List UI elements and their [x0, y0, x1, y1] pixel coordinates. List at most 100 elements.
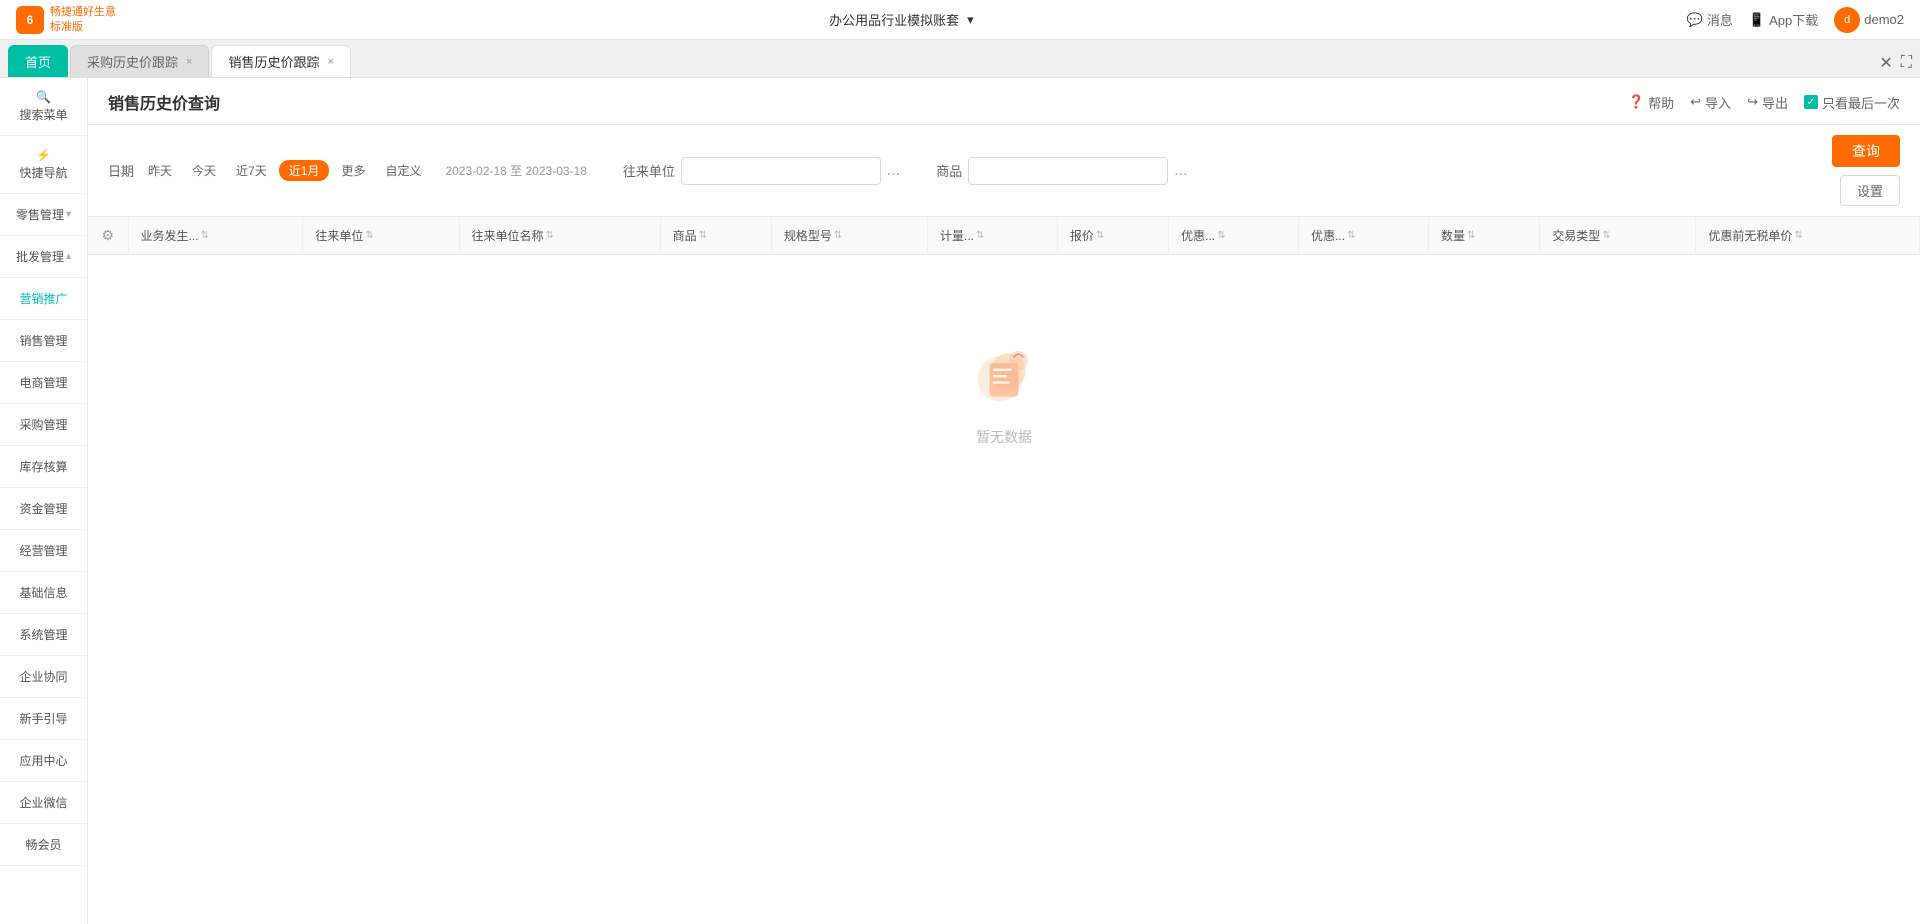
sidebar-item-operations[interactable]: 经营管理 [0, 530, 87, 572]
empty-illustration [964, 335, 1044, 415]
product-dots-btn[interactable]: ... [1174, 162, 1187, 180]
logo-area: 6 畅捷通好生意 标准版 [16, 5, 116, 34]
workspace-selector[interactable]: 办公用品行业模拟账套 ▾ [829, 10, 974, 29]
tab-purchase-label: 采购历史价跟踪 [87, 52, 178, 71]
chevron-down-icon: ▾ [66, 209, 71, 220]
th-gear[interactable]: ⚙ [88, 217, 128, 255]
date-buttons: 昨天 今天 近7天 近1月 更多 自定义 [140, 160, 429, 181]
date-filter-label: 日期 [108, 161, 134, 180]
th-quote[interactable]: 报价 ⇅ [1057, 217, 1168, 255]
download-icon: 📱 [1749, 12, 1765, 28]
sort-icon: ⇅ [1602, 230, 1610, 241]
table-header: ⚙ 业务发生... ⇅ 往来单位 ⇅ [88, 217, 1920, 255]
tab-purchase[interactable]: 采购历史价跟踪 × [70, 45, 209, 77]
main-layout: 🔍 搜索菜单 ⚡ 快捷导航 零售管理 ▾ 批发管理 ▴ 营销推广 销售管理 电商… [0, 78, 1920, 924]
product-input[interactable] [968, 157, 1168, 185]
tab-purchase-close[interactable]: × [186, 56, 192, 68]
partner-input[interactable] [681, 157, 881, 185]
query-button[interactable]: 查询 [1832, 135, 1900, 167]
tab-sales[interactable]: 销售历史价跟踪 × [211, 45, 350, 77]
sort-icon: ⇅ [1096, 230, 1104, 241]
tab-sales-close[interactable]: × [327, 56, 333, 68]
sidebar-item-member[interactable]: 畅会员 [0, 824, 87, 866]
date-btn-1month[interactable]: 近1月 [279, 160, 330, 181]
filter-right-actions: 查询 设置 [1832, 135, 1900, 206]
tab-home[interactable]: 首页 [8, 45, 68, 77]
sidebar-item-finance[interactable]: 资金管理 [0, 488, 87, 530]
user-profile[interactable]: d demo2 [1834, 7, 1904, 33]
th-tax-price[interactable]: 优惠前无税单价 ⇅ [1696, 217, 1920, 255]
filter-row: 日期 昨天 今天 近7天 近1月 更多 自定义 2023-02-18 至 202… [108, 135, 1900, 206]
export-icon: ↪ [1747, 94, 1758, 110]
sort-icon: ⇅ [1347, 230, 1355, 241]
date-btn-custom[interactable]: 自定义 [377, 160, 429, 181]
th-partner-code[interactable]: 往来单位 ⇅ [303, 217, 459, 255]
logo-text: 畅捷通好生意 标准版 [50, 5, 116, 34]
sidebar-item-wechat[interactable]: 企业微信 [0, 782, 87, 824]
sidebar-item-basic-info[interactable]: 基础信息 [0, 572, 87, 614]
th-trade-type[interactable]: 交易类型 ⇅ [1540, 217, 1696, 255]
date-btn-yesterday[interactable]: 昨天 [140, 160, 180, 181]
tab-home-label: 首页 [25, 52, 51, 71]
product-filter-label: 商品 [936, 161, 962, 180]
sidebar-item-purchase[interactable]: 采购管理 [0, 404, 87, 446]
sort-icon: ⇅ [976, 230, 984, 241]
setting-button[interactable]: 设置 [1840, 175, 1900, 206]
maximize-btn[interactable]: ⛶ [1901, 54, 1912, 72]
sort-icon: ⇅ [699, 230, 707, 241]
partner-filter-label: 往来单位 [623, 161, 675, 180]
sidebar-item-quick-nav[interactable]: ⚡ 快捷导航 [0, 136, 87, 194]
import-icon: ↩ [1690, 94, 1701, 110]
th-spec[interactable]: 规格型号 ⇅ [771, 217, 927, 255]
date-btn-today[interactable]: 今天 [184, 160, 224, 181]
top-bar-right: 💬 消息 📱 App下载 d demo2 [1687, 7, 1904, 33]
chevron-up-icon: ▴ [66, 251, 71, 262]
sidebar-item-marketing[interactable]: 营销推广 [0, 278, 87, 320]
gear-icon: ⚙ [101, 227, 114, 243]
sidebar-item-inventory[interactable]: 库存核算 [0, 446, 87, 488]
th-partner-name[interactable]: 往来单位名称 ⇅ [459, 217, 660, 255]
th-unit[interactable]: 计量... ⇅ [927, 217, 1057, 255]
page-header-actions: ❓ 帮助 ↩ 导入 ↪ 导出 ✓ 只看最后一次 [1628, 93, 1900, 112]
sort-icon: ⇅ [834, 230, 842, 241]
date-btn-7days[interactable]: 近7天 [228, 160, 275, 181]
th-product[interactable]: 商品 ⇅ [660, 217, 771, 255]
download-btn[interactable]: 📱 App下载 [1749, 10, 1818, 29]
table-area: ⚙ 业务发生... ⇅ 往来单位 ⇅ [88, 217, 1920, 924]
import-btn[interactable]: ↩ 导入 [1690, 93, 1731, 112]
checkbox-checked-icon: ✓ [1804, 95, 1818, 109]
th-biz-date[interactable]: 业务发生... ⇅ [128, 217, 303, 255]
sidebar-item-retail[interactable]: 零售管理 ▾ [0, 194, 87, 236]
tab-bar: 首页 采购历史价跟踪 × 销售历史价跟踪 × ✕ ⛶ [0, 40, 1920, 78]
th-discount2[interactable]: 优惠... ⇅ [1299, 217, 1429, 255]
sidebar-item-system[interactable]: 系统管理 [0, 614, 87, 656]
sidebar-item-enterprise[interactable]: 企业协同 [0, 656, 87, 698]
close-tab-btn[interactable]: ✕ [1879, 53, 1892, 73]
sidebar-item-search[interactable]: 🔍 搜索菜单 [0, 78, 87, 136]
top-bar: 6 畅捷通好生意 标准版 办公用品行业模拟账套 ▾ 💬 消息 📱 App下载 d… [0, 0, 1920, 40]
sort-icon: ⇅ [201, 230, 209, 241]
message-btn[interactable]: 💬 消息 [1687, 10, 1733, 29]
help-icon: ❓ [1628, 94, 1644, 110]
sidebar-item-guide[interactable]: 新手引导 [0, 698, 87, 740]
page-header: 销售历史价查询 ❓ 帮助 ↩ 导入 ↪ 导出 ✓ 只看最后一次 [88, 78, 1920, 125]
th-discount1[interactable]: 优惠... ⇅ [1169, 217, 1299, 255]
partner-filter-group: 往来单位 ... [623, 157, 900, 185]
data-table: ⚙ 业务发生... ⇅ 往来单位 ⇅ [88, 217, 1920, 255]
sidebar-item-app-center[interactable]: 应用中心 [0, 740, 87, 782]
message-icon: 💬 [1687, 12, 1703, 28]
sidebar-item-sales-mgmt[interactable]: 销售管理 [0, 320, 87, 362]
top-bar-left: 6 畅捷通好生意 标准版 [16, 5, 116, 34]
export-btn[interactable]: ↪ 导出 [1747, 93, 1788, 112]
date-filter-group: 日期 昨天 今天 近7天 近1月 更多 自定义 [108, 160, 429, 181]
help-btn[interactable]: ❓ 帮助 [1628, 93, 1674, 112]
date-btn-more[interactable]: 更多 [333, 160, 373, 181]
sidebar-item-ecommerce[interactable]: 电商管理 [0, 362, 87, 404]
th-quantity[interactable]: 数量 ⇅ [1429, 217, 1540, 255]
content-area: 销售历史价查询 ❓ 帮助 ↩ 导入 ↪ 导出 ✓ 只看最后一次 [88, 78, 1920, 924]
sidebar-item-wholesale[interactable]: 批发管理 ▴ [0, 236, 87, 278]
product-filter-group: 商品 ... [936, 157, 1187, 185]
partner-dots-btn[interactable]: ... [887, 162, 900, 180]
filter-area: 日期 昨天 今天 近7天 近1月 更多 自定义 2023-02-18 至 202… [88, 125, 1920, 217]
only-last-checkbox[interactable]: ✓ 只看最后一次 [1804, 93, 1900, 112]
